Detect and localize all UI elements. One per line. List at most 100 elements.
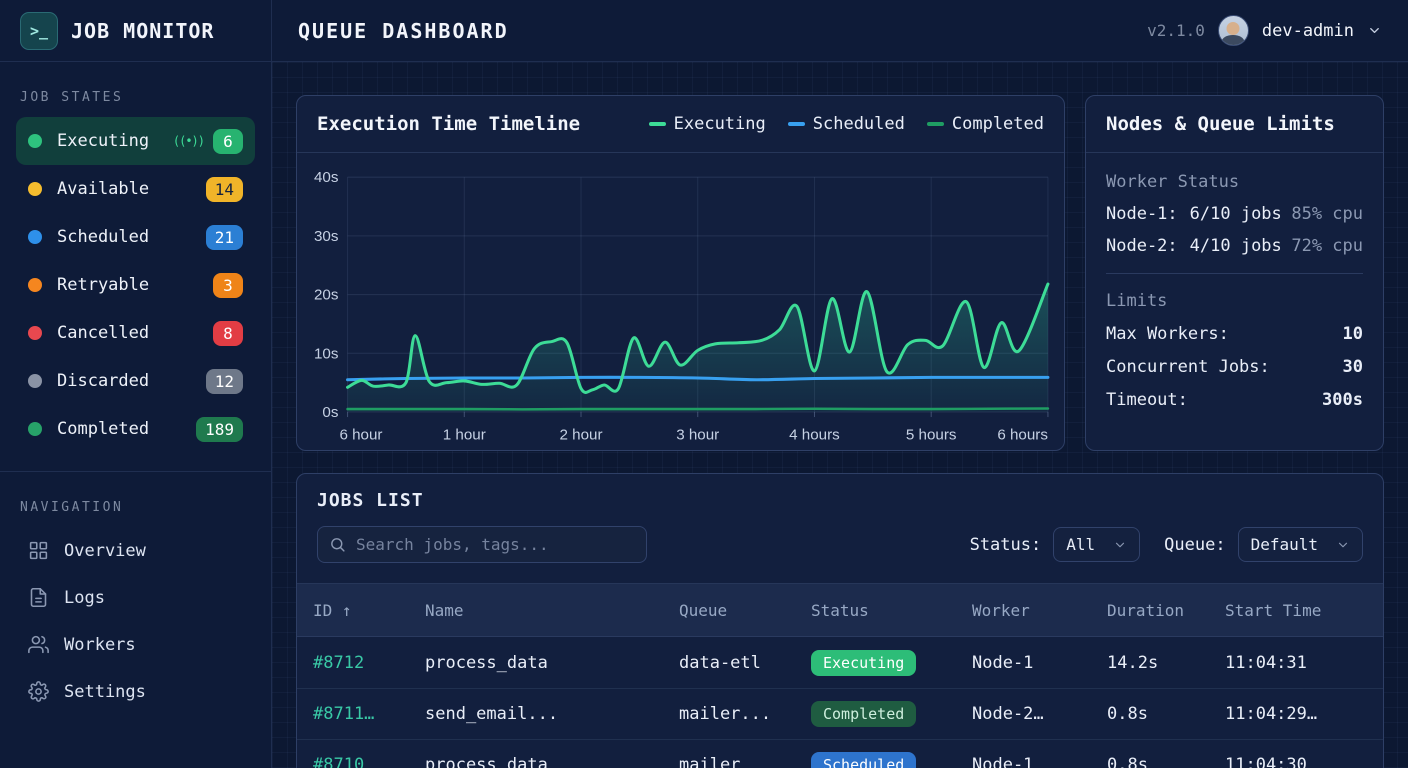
legend-swatch-icon <box>648 122 666 126</box>
user-name[interactable]: dev-admin <box>1262 21 1354 41</box>
state-dot-icon <box>28 278 42 292</box>
sidebar-state-executing[interactable]: Executing ((•)) 6 <box>16 117 255 165</box>
terminal-logo-icon: >_ <box>20 11 58 50</box>
gear-icon <box>28 681 49 702</box>
column-header[interactable]: Queue <box>679 601 811 620</box>
state-label: Discarded <box>57 371 150 391</box>
sidebar-state-available[interactable]: Available 14 <box>16 165 255 213</box>
job-id-link[interactable]: #8710 <box>313 755 425 768</box>
sidebar-divider <box>0 471 271 472</box>
job-worker: Node-1 <box>972 652 1034 673</box>
node-name: Node-1: <box>1106 204 1178 224</box>
column-header[interactable]: Name <box>425 601 679 620</box>
job-status-badge: Scheduled <box>811 752 917 768</box>
jobs-search <box>317 526 647 563</box>
jobs-table-row[interactable]: #8710 process_data mailer Scheduled Node… <box>297 739 1383 768</box>
column-header[interactable]: Duration <box>1107 601 1225 620</box>
svg-text:10s: 10s <box>314 345 339 362</box>
job-name: process_data <box>425 755 548 768</box>
job-id-link[interactable]: #8711… <box>313 704 425 724</box>
svg-text:0s: 0s <box>322 404 338 421</box>
sidebar-item-overview[interactable]: Overview <box>16 527 255 574</box>
limits-heading: Limits <box>1106 291 1168 311</box>
state-dot-icon <box>28 326 42 340</box>
navigation-heading: NAVIGATION <box>20 500 124 515</box>
sidebar-item-settings[interactable]: Settings <box>16 668 255 715</box>
queue-filter-select[interactable]: Default <box>1237 527 1363 562</box>
state-count-badge: 12 <box>205 368 243 394</box>
limits-list: Max Workers: 10 Concurrent Jobs: 30 Time… <box>1106 324 1363 410</box>
limit-row: Concurrent Jobs: 30 <box>1106 357 1363 377</box>
svg-text:4 hours: 4 hours <box>789 426 840 443</box>
job-states-list: Executing ((•)) 6 Available 14 Scheduled… <box>16 117 255 453</box>
column-header[interactable]: Start Time <box>1225 601 1367 620</box>
chart-title: Execution Time Timeline <box>317 113 581 135</box>
logo-glyph: >_ <box>29 21 49 40</box>
svg-text:40s: 40s <box>314 169 339 186</box>
queue-dashboard-app: >_ JOB MONITOR JOB STATES Executing ((•)… <box>0 0 1408 768</box>
state-count-badge: 21 <box>205 224 243 250</box>
user-avatar[interactable] <box>1217 15 1249 46</box>
legend-label: Executing <box>673 114 766 134</box>
nodes-card-title: Nodes & Queue Limits <box>1106 113 1335 135</box>
nav-label: Logs <box>64 587 105 608</box>
jobs-list-title: JOBS LIST <box>317 490 424 511</box>
column-header[interactable]: Worker <box>972 601 1107 620</box>
job-id-link[interactable]: #8712 <box>313 653 425 673</box>
legend-label: Scheduled <box>812 114 905 134</box>
sidebar-state-cancelled[interactable]: Cancelled 8 <box>16 309 255 357</box>
status-filter-select[interactable]: All <box>1053 527 1141 562</box>
job-queue: data-etl <box>679 652 761 673</box>
svg-text:3 hour: 3 hour <box>676 426 719 443</box>
state-count-badge: 8 <box>213 320 243 346</box>
column-header[interactable]: Status <box>811 601 972 620</box>
nodes-card-divider <box>1106 273 1363 274</box>
top-bar-right: v2.1.0 dev-admin <box>1147 15 1382 46</box>
legend-item-scheduled[interactable]: Scheduled <box>787 114 905 134</box>
job-start-time: 11:04:30 <box>1225 755 1307 768</box>
sidebar-state-completed[interactable]: Completed 189 <box>16 405 255 453</box>
jobs-table-body: #8712 process_data data-etl Executing No… <box>297 637 1383 768</box>
state-label: Available <box>57 179 150 199</box>
sidebar-state-discarded[interactable]: Discarded 12 <box>16 357 255 405</box>
state-label: Executing <box>57 131 150 151</box>
sidebar-item-workers[interactable]: Workers <box>16 621 255 668</box>
svg-text:6 hour: 6 hour <box>339 426 382 443</box>
job-duration: 14.2s <box>1107 652 1159 673</box>
state-label: Retryable <box>57 275 150 295</box>
worker-status-row: Node-1: 6/10 jobs 85% cpu <box>1106 204 1363 224</box>
navigation-list: Overview Logs Workers Settings <box>16 527 255 715</box>
legend-item-executing[interactable]: Executing <box>648 114 766 134</box>
jobs-table-row[interactable]: #8712 process_data data-etl Executing No… <box>297 637 1383 688</box>
state-count-badge: 3 <box>213 272 243 298</box>
limit-value: 300s <box>1322 390 1363 410</box>
worker-status-heading: Worker Status <box>1106 172 1240 192</box>
job-start-time: 11:04:29… <box>1225 704 1318 724</box>
sidebar-state-scheduled[interactable]: Scheduled 21 <box>16 213 255 261</box>
state-dot-icon <box>28 182 42 196</box>
state-dot-icon <box>28 374 42 388</box>
sidebar-state-retryable[interactable]: Retryable 3 <box>16 261 255 309</box>
node-cpu: 85% cpu <box>1291 204 1363 224</box>
column-header[interactable]: ID ↑ <box>313 601 425 620</box>
top-bar: QUEUE DASHBOARD v2.1.0 dev-admin <box>272 0 1408 62</box>
worker-status-list: Node-1: 6/10 jobs 85% cpu Node-2: 4/10 j… <box>1106 204 1363 256</box>
state-label: Cancelled <box>57 323 150 343</box>
limit-row: Max Workers: 10 <box>1106 324 1363 344</box>
legend-swatch-icon <box>787 122 805 126</box>
sidebar-item-logs[interactable]: Logs <box>16 574 255 621</box>
queue-filter-label: Queue: <box>1164 534 1226 555</box>
state-count-badge: 189 <box>196 416 243 442</box>
limit-row: Timeout: 300s <box>1106 390 1363 410</box>
svg-text:1 hour: 1 hour <box>443 426 486 443</box>
nav-label: Settings <box>64 681 146 702</box>
jobs-table-row[interactable]: #8711… send_email... mailer... Completed… <box>297 688 1383 739</box>
chevron-down-icon <box>1116 542 1125 547</box>
user-menu-chevron-down-icon[interactable] <box>1367 23 1382 38</box>
chart-legend: Executing Scheduled Completed <box>648 114 1044 134</box>
jobs-table-header: ID ↑ Name Queue Status Worker Duration Start T… <box>297 583 1383 637</box>
node-name: Node-2: <box>1106 236 1178 256</box>
jobs-search-input[interactable] <box>317 526 647 563</box>
limit-value: 30 <box>1342 357 1363 377</box>
legend-item-completed[interactable]: Completed <box>926 114 1044 134</box>
